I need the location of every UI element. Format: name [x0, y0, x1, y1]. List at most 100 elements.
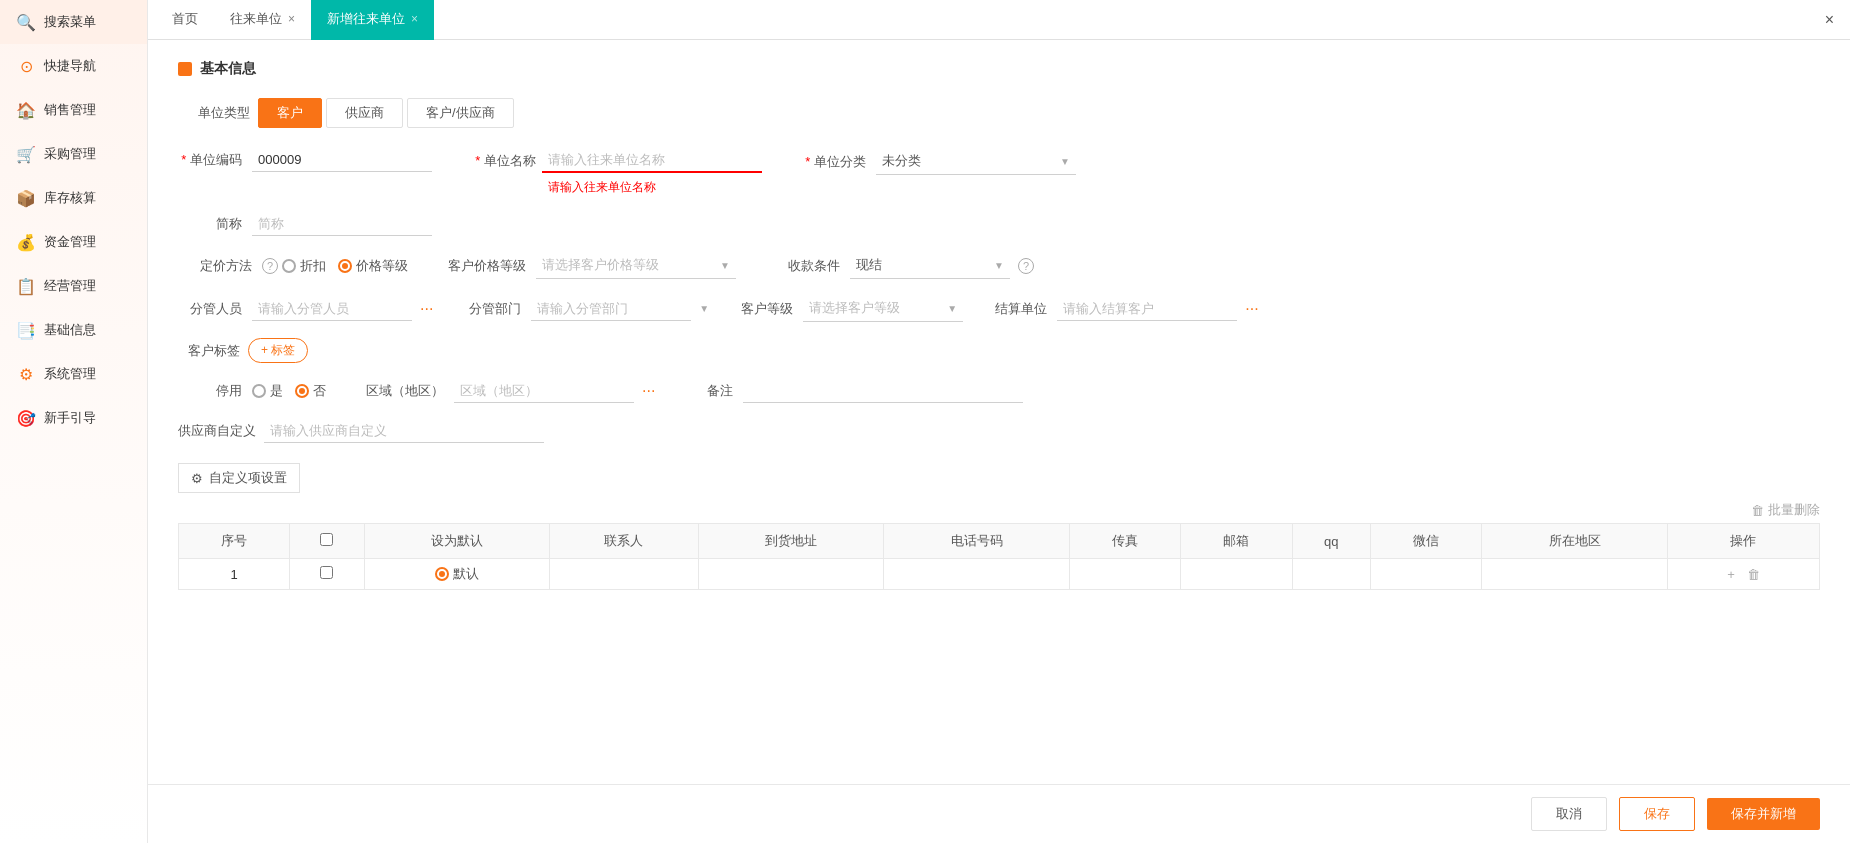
default-label: 默认	[453, 565, 479, 583]
search-icon: 🔍	[16, 12, 36, 32]
sidebar-item-sales[interactable]: 🏠 销售管理	[0, 88, 147, 132]
customer-price-select[interactable]: 请选择客户价格等级 ▼	[536, 252, 736, 279]
short-name-col: 简称	[178, 212, 432, 236]
pricing-level-radio[interactable]	[338, 259, 352, 273]
disabled-yes-option[interactable]: 是	[252, 382, 283, 400]
tab-partners-label: 往来单位	[230, 10, 282, 28]
basic-icon: 📑	[16, 320, 36, 340]
customer-level-label: 客户等级	[739, 300, 799, 318]
table-row: 1 默认	[179, 559, 1820, 590]
remark-label: 备注	[699, 382, 739, 400]
customer-level-select[interactable]: 请选择客户等级 ▼	[803, 295, 963, 322]
tab-bar: 首页 往来单位 × 新增往来单位 × ×	[148, 0, 1850, 40]
default-radio-option[interactable]: 默认	[371, 565, 544, 583]
pricing-discount-radio[interactable]	[282, 259, 296, 273]
tab-new-partner-label: 新增往来单位	[327, 10, 405, 28]
th-qq: qq	[1292, 524, 1370, 559]
tab-partners-close[interactable]: ×	[288, 12, 295, 26]
unit-name-input[interactable]	[542, 148, 762, 173]
pricing-help-icon[interactable]: ?	[262, 258, 278, 274]
payment-select[interactable]: 现结 ▼	[850, 252, 1010, 279]
row-disabled: 停用 是 否 区域（地区） ···	[178, 379, 1820, 403]
save-button[interactable]: 保存	[1619, 797, 1695, 831]
add-tag-button[interactable]: + 标签	[248, 338, 308, 363]
sidebar-item-ops[interactable]: 📋 经营管理	[0, 264, 147, 308]
disabled-yes-radio[interactable]	[252, 384, 266, 398]
region-more-button[interactable]: ···	[638, 382, 659, 400]
ops-icon: 📋	[16, 276, 36, 296]
sidebar: 🔍 搜索菜单 ⊙ 快捷导航 🏠 销售管理 🛒 采购管理 📦 库存核算 💰 资金管…	[0, 0, 148, 843]
th-seq: 序号	[179, 524, 290, 559]
sidebar-item-finance[interactable]: 💰 资金管理	[0, 220, 147, 264]
cell-default: 默认	[364, 559, 550, 590]
settlement-col: 结算单位 ···	[993, 297, 1262, 321]
unit-category-col: 单位分类 未分类 ▼	[802, 148, 1076, 175]
guide-icon: 🎯	[16, 408, 36, 428]
purchase-icon: 🛒	[16, 144, 36, 164]
manager-input[interactable]	[252, 297, 412, 321]
th-wechat: 微信	[1370, 524, 1481, 559]
customer-price-col: 客户价格等级 请选择客户价格等级 ▼	[448, 252, 736, 279]
remark-input[interactable]	[743, 379, 1023, 403]
row-supplier-def: 供应商自定义	[178, 419, 1820, 443]
sidebar-item-basic[interactable]: 📑 基础信息	[0, 308, 147, 352]
unit-code-input[interactable]	[252, 148, 432, 172]
disabled-radio-group: 是 否	[252, 382, 326, 400]
settlement-label: 结算单位	[993, 300, 1053, 318]
sidebar-item-quick-nav[interactable]: ⊙ 快捷导航	[0, 44, 147, 88]
add-row-button[interactable]: +	[1727, 567, 1735, 582]
sidebar-item-guide[interactable]: 🎯 新手引导	[0, 396, 147, 440]
sidebar-item-search[interactable]: 🔍 搜索菜单	[0, 0, 147, 44]
cell-seq: 1	[179, 559, 290, 590]
tab-new-partner-close[interactable]: ×	[411, 12, 418, 26]
th-email: 邮箱	[1181, 524, 1292, 559]
sidebar-item-system[interactable]: ⚙ 系统管理	[0, 352, 147, 396]
batch-delete-label[interactable]: 批量删除	[1768, 501, 1820, 519]
customer-level-placeholder: 请选择客户等级	[809, 299, 900, 317]
disabled-no-radio[interactable]	[295, 384, 309, 398]
chevron-down-icon-3: ▼	[994, 260, 1004, 271]
region-input[interactable]	[454, 379, 634, 403]
disabled-label: 停用	[178, 382, 248, 400]
th-phone: 电话号码	[884, 524, 1070, 559]
customer-price-placeholder: 请选择客户价格等级	[542, 256, 659, 274]
system-icon: ⚙	[16, 364, 36, 384]
manager-more-button[interactable]: ···	[416, 300, 437, 318]
settlement-more-button[interactable]: ···	[1241, 300, 1262, 318]
sidebar-item-purchase[interactable]: 🛒 采购管理	[0, 132, 147, 176]
disabled-no-option[interactable]: 否	[295, 382, 326, 400]
select-all-checkbox[interactable]	[320, 533, 333, 546]
sidebar-label-quick-nav: 快捷导航	[44, 57, 96, 75]
tab-home[interactable]: 首页	[156, 0, 214, 40]
row-checkbox[interactable]	[320, 566, 333, 579]
pricing-discount-option[interactable]: 折扣	[282, 257, 326, 275]
custom-settings-button[interactable]: ⚙ 自定义项设置	[178, 463, 300, 493]
sidebar-item-inventory[interactable]: 📦 库存核算	[0, 176, 147, 220]
cancel-button[interactable]: 取消	[1531, 797, 1607, 831]
unit-type-both-button[interactable]: 客户/供应商	[407, 98, 514, 128]
supplier-def-input[interactable]	[264, 419, 544, 443]
row-short-name: 简称	[178, 212, 1820, 236]
th-default: 设为默认	[364, 524, 550, 559]
gear-icon: ⚙	[191, 471, 203, 486]
unit-category-label: 单位分类	[802, 153, 872, 171]
save-and-new-button[interactable]: 保存并新增	[1707, 798, 1820, 830]
dept-input[interactable]	[531, 297, 691, 321]
close-all-tabs-button[interactable]: ×	[1817, 11, 1842, 29]
region-col: 区域（地区） ···	[366, 379, 659, 403]
tab-partners[interactable]: 往来单位 ×	[214, 0, 311, 40]
custom-settings-label: 自定义项设置	[209, 469, 287, 487]
disabled-no-label: 否	[313, 382, 326, 400]
unit-type-customer-button[interactable]: 客户	[258, 98, 322, 128]
th-contact: 联系人	[550, 524, 698, 559]
pricing-level-option[interactable]: 价格等级	[338, 257, 408, 275]
delete-row-button[interactable]: 🗑	[1747, 567, 1760, 582]
unit-category-select[interactable]: 未分类 ▼	[876, 148, 1076, 175]
short-name-label: 简称	[178, 215, 248, 233]
short-name-input[interactable]	[252, 212, 432, 236]
settlement-input[interactable]	[1057, 297, 1237, 321]
default-radio[interactable]	[435, 567, 449, 581]
unit-type-supplier-button[interactable]: 供应商	[326, 98, 403, 128]
payment-help-icon[interactable]: ?	[1018, 258, 1034, 274]
tab-new-partner[interactable]: 新增往来单位 ×	[311, 0, 434, 40]
